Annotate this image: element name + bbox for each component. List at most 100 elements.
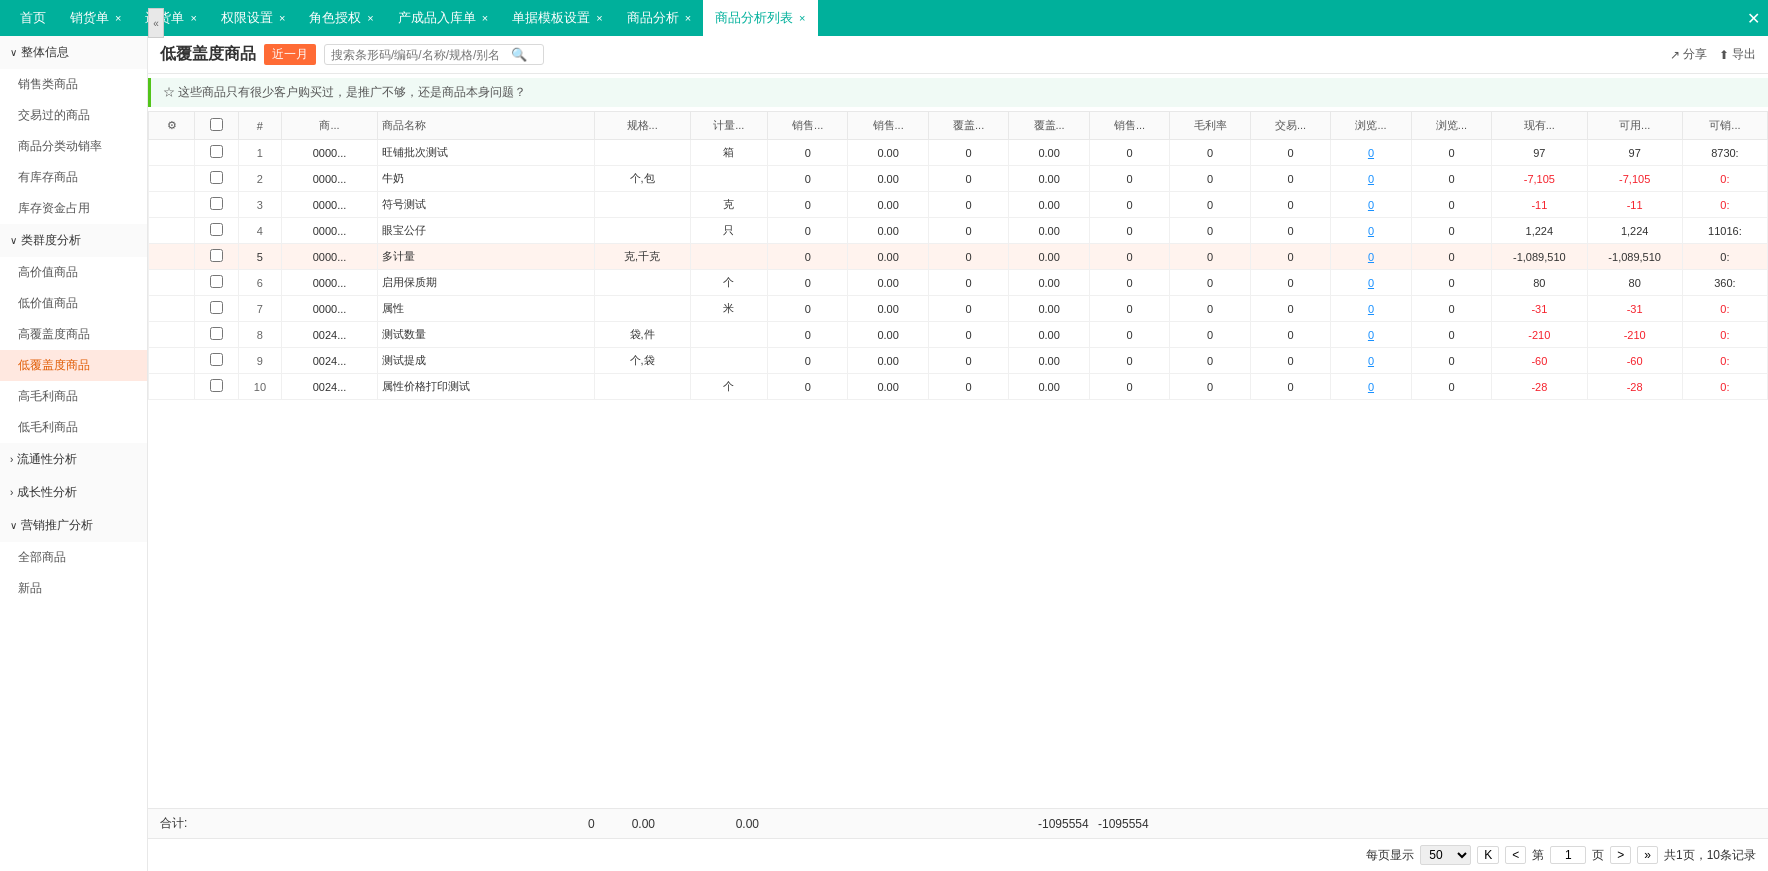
last-page-button[interactable]: » bbox=[1637, 846, 1658, 864]
cell-checkbox[interactable] bbox=[195, 322, 238, 348]
page-label: 第 bbox=[1532, 847, 1544, 864]
sidebar-group-overall[interactable]: ∨ 整体信息 bbox=[0, 36, 147, 69]
row-checkbox[interactable] bbox=[210, 379, 223, 392]
sidebar-item-low-margin[interactable]: 低毛利商品 bbox=[0, 412, 147, 443]
col-sales1-header[interactable]: 销售... bbox=[767, 112, 847, 140]
col-unit-header[interactable]: 计量... bbox=[690, 112, 767, 140]
col-checkbox-all[interactable] bbox=[195, 112, 238, 140]
first-page-button[interactable]: K bbox=[1477, 846, 1499, 864]
col-sales2-header[interactable]: 销售... bbox=[848, 112, 928, 140]
sidebar-item-high-coverage[interactable]: 高覆盖度商品 bbox=[0, 319, 147, 350]
close-icon[interactable]: × bbox=[685, 12, 691, 24]
col-gross-header[interactable]: 毛利率 bbox=[1170, 112, 1250, 140]
nav-tab-home[interactable]: 首页 bbox=[8, 0, 58, 36]
row-checkbox[interactable] bbox=[210, 275, 223, 288]
select-all-checkbox[interactable] bbox=[210, 118, 223, 131]
period-button[interactable]: 近一月 bbox=[264, 44, 316, 65]
close-icon[interactable]: × bbox=[596, 12, 602, 24]
cell-checkbox[interactable] bbox=[195, 166, 238, 192]
share-button[interactable]: ↗ 分享 bbox=[1670, 46, 1707, 63]
cell-browse1[interactable]: 0 bbox=[1331, 270, 1411, 296]
col-settings[interactable]: ⚙ bbox=[149, 112, 195, 140]
nav-tab-role[interactable]: 角色授权 × bbox=[297, 0, 385, 36]
cell-checkbox[interactable] bbox=[195, 140, 238, 166]
sidebar-item-in-stock[interactable]: 有库存商品 bbox=[0, 162, 147, 193]
nav-tab-permissions[interactable]: 权限设置 × bbox=[209, 0, 297, 36]
row-checkbox[interactable] bbox=[210, 171, 223, 184]
cell-checkbox[interactable] bbox=[195, 218, 238, 244]
sidebar-item-low-coverage[interactable]: 低覆盖度商品 bbox=[0, 350, 147, 381]
cell-browse1[interactable]: 0 bbox=[1331, 296, 1411, 322]
sidebar-item-traded-goods[interactable]: 交易过的商品 bbox=[0, 100, 147, 131]
col-browse2-header[interactable]: 浏览... bbox=[1411, 112, 1491, 140]
search-input[interactable] bbox=[331, 48, 511, 62]
row-checkbox[interactable] bbox=[210, 223, 223, 236]
sidebar-item-high-margin[interactable]: 高毛利商品 bbox=[0, 381, 147, 412]
col-trade-header[interactable]: 交易... bbox=[1250, 112, 1330, 140]
close-icon[interactable]: × bbox=[799, 12, 805, 24]
nav-tab-product-analysis-list[interactable]: 商品分析列表 × bbox=[703, 0, 817, 36]
col-code-header[interactable]: 商... bbox=[282, 112, 378, 140]
row-checkbox[interactable] bbox=[210, 327, 223, 340]
col-cover2-header[interactable]: 覆盖... bbox=[1009, 112, 1089, 140]
cell-checkbox[interactable] bbox=[195, 192, 238, 218]
table-row: 7 0000... 属性 米 0 0.00 0 0.00 0 0 0 0 0 -… bbox=[149, 296, 1768, 322]
export-button[interactable]: ⬆ 导出 bbox=[1719, 46, 1756, 63]
cell-browse1[interactable]: 0 bbox=[1331, 166, 1411, 192]
close-all-button[interactable]: ✕ bbox=[1747, 9, 1760, 28]
prev-page-button[interactable]: < bbox=[1505, 846, 1526, 864]
col-name-header[interactable]: 商品名称 bbox=[378, 112, 595, 140]
cell-checkbox[interactable] bbox=[195, 348, 238, 374]
cell-checkbox[interactable] bbox=[195, 270, 238, 296]
col-avail-header[interactable]: 可用... bbox=[1587, 112, 1682, 140]
row-checkbox[interactable] bbox=[210, 353, 223, 366]
col-browse1-header[interactable]: 浏览... bbox=[1331, 112, 1411, 140]
cell-checkbox[interactable] bbox=[195, 244, 238, 270]
row-checkbox[interactable] bbox=[210, 249, 223, 262]
sidebar-group-cluster[interactable]: ∨ 类群度分析 bbox=[0, 224, 147, 257]
sidebar-group-growth[interactable]: › 成长性分析 bbox=[0, 476, 147, 509]
cell-checkbox[interactable] bbox=[195, 296, 238, 322]
sidebar-item-sales-goods[interactable]: 销售类商品 bbox=[0, 69, 147, 100]
nav-tab-purchase[interactable]: 进货单 × bbox=[133, 0, 208, 36]
nav-tab-template[interactable]: 单据模板设置 × bbox=[500, 0, 614, 36]
nav-tab-finished[interactable]: 产成品入库单 × bbox=[386, 0, 500, 36]
sidebar-group-marketing[interactable]: ∨ 营销推广分析 bbox=[0, 509, 147, 542]
row-checkbox[interactable] bbox=[210, 197, 223, 210]
row-checkbox[interactable] bbox=[210, 145, 223, 158]
row-checkbox[interactable] bbox=[210, 301, 223, 314]
cell-browse1[interactable]: 0 bbox=[1331, 322, 1411, 348]
cell-browse1[interactable]: 0 bbox=[1331, 218, 1411, 244]
col-saleable-header[interactable]: 可销... bbox=[1682, 112, 1767, 140]
cell-browse1[interactable]: 0 bbox=[1331, 192, 1411, 218]
close-icon[interactable]: × bbox=[115, 12, 121, 24]
close-icon[interactable]: × bbox=[279, 12, 285, 24]
sidebar-item-category-rate[interactable]: 商品分类动销率 bbox=[0, 131, 147, 162]
next-page-button[interactable]: > bbox=[1610, 846, 1631, 864]
search-icon[interactable]: 🔍 bbox=[511, 47, 527, 62]
sidebar-item-low-value[interactable]: 低价值商品 bbox=[0, 288, 147, 319]
nav-tab-sales[interactable]: 销货单 × bbox=[58, 0, 133, 36]
sidebar-collapse-button[interactable]: « bbox=[148, 8, 164, 38]
cell-name: 多计量 bbox=[378, 244, 595, 270]
sidebar-item-all-goods[interactable]: 全部商品 bbox=[0, 542, 147, 573]
col-spec-header[interactable]: 规格... bbox=[594, 112, 690, 140]
cell-browse1[interactable]: 0 bbox=[1331, 374, 1411, 400]
sidebar-item-capital[interactable]: 库存资金占用 bbox=[0, 193, 147, 224]
cell-browse1[interactable]: 0 bbox=[1331, 244, 1411, 270]
close-icon[interactable]: × bbox=[190, 12, 196, 24]
nav-tab-product-analysis[interactable]: 商品分析 × bbox=[615, 0, 703, 36]
close-icon[interactable]: × bbox=[367, 12, 373, 24]
cell-browse1[interactable]: 0 bbox=[1331, 140, 1411, 166]
page-input[interactable] bbox=[1550, 846, 1586, 864]
sidebar-group-flow[interactable]: › 流通性分析 bbox=[0, 443, 147, 476]
cell-checkbox[interactable] bbox=[195, 374, 238, 400]
col-cover1-header[interactable]: 覆盖... bbox=[928, 112, 1008, 140]
col-stock-header[interactable]: 现有... bbox=[1492, 112, 1587, 140]
cell-browse1[interactable]: 0 bbox=[1331, 348, 1411, 374]
per-page-select[interactable]: 50 100 200 bbox=[1420, 845, 1471, 865]
col-salesx-header[interactable]: 销售... bbox=[1089, 112, 1169, 140]
close-icon[interactable]: × bbox=[482, 12, 488, 24]
sidebar-item-new-goods[interactable]: 新品 bbox=[0, 573, 147, 604]
sidebar-item-high-value[interactable]: 高价值商品 bbox=[0, 257, 147, 288]
